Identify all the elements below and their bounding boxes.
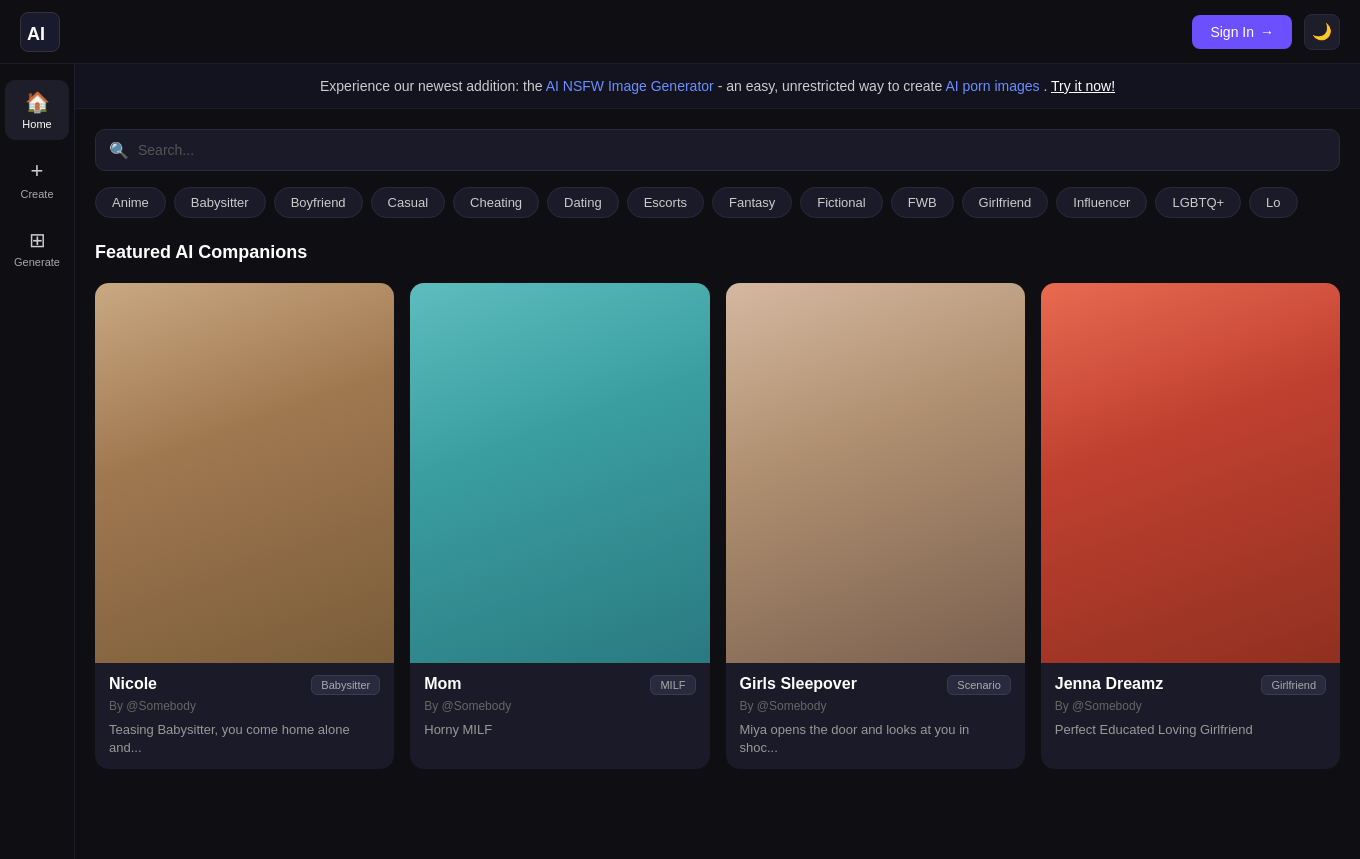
featured-title: Featured AI Companions xyxy=(95,242,1340,263)
card-girls-sleepover-badge: Scenario xyxy=(947,675,1010,695)
banner-prefix: Experience our newest addition: the xyxy=(320,78,546,94)
card-nicole-by: By @Somebody xyxy=(109,699,380,713)
card-nicole-image xyxy=(95,283,394,663)
main-content: Experience our newest addition: the AI N… xyxy=(75,64,1360,859)
card-mom-body: Mom MILF By @Somebody Horny MILF xyxy=(410,663,709,751)
card-nicole-badge: Babysitter xyxy=(311,675,380,695)
tag-girlfriend[interactable]: Girlfriend xyxy=(962,187,1049,218)
header: AI Sign In → 🌙 xyxy=(0,0,1360,64)
sign-in-label: Sign In xyxy=(1210,24,1254,40)
moon-icon: 🌙 xyxy=(1312,22,1332,41)
card-jenna-dreamz-header: Jenna Dreamz Girlfriend xyxy=(1055,675,1326,695)
card-mom-badge: MILF xyxy=(650,675,695,695)
generate-icon: ⊞ xyxy=(29,228,46,252)
card-nicole-desc: Teasing Babysitter, you come home alone … xyxy=(109,721,380,757)
sign-in-button[interactable]: Sign In → xyxy=(1192,15,1292,49)
sidebar-item-create-label: Create xyxy=(20,188,53,200)
sidebar-item-generate-label: Generate xyxy=(14,256,60,268)
card-girls-sleepover-body: Girls Sleepover Scenario By @Somebody Mi… xyxy=(726,663,1025,769)
card-mom[interactable]: Mom MILF By @Somebody Horny MILF xyxy=(410,283,709,769)
home-icon: 🏠 xyxy=(25,90,50,114)
search-input[interactable] xyxy=(95,129,1340,171)
tag-fantasy[interactable]: Fantasy xyxy=(712,187,792,218)
sidebar-item-home[interactable]: 🏠 Home xyxy=(5,80,69,140)
card-jenna-dreamz-by: By @Somebody xyxy=(1055,699,1326,713)
tag-lo[interactable]: Lo xyxy=(1249,187,1297,218)
banner-suffix: . xyxy=(1043,78,1051,94)
search-container: 🔍 xyxy=(75,109,1360,171)
tag-babysitter[interactable]: Babysitter xyxy=(174,187,266,218)
tag-cheating[interactable]: Cheating xyxy=(453,187,539,218)
sidebar-item-create[interactable]: + Create xyxy=(5,148,69,210)
card-mom-desc: Horny MILF xyxy=(424,721,695,739)
tag-lgbtq[interactable]: LGBTQ+ xyxy=(1155,187,1241,218)
tags-container: Anime Babysitter Boyfriend Casual Cheati… xyxy=(75,171,1360,218)
tag-escorts[interactable]: Escorts xyxy=(627,187,704,218)
tag-influencer[interactable]: Influencer xyxy=(1056,187,1147,218)
svg-text:AI: AI xyxy=(27,24,45,44)
card-jenna-dreamz[interactable]: Jenna Dreamz Girlfriend By @Somebody Per… xyxy=(1041,283,1340,769)
theme-toggle-button[interactable]: 🌙 xyxy=(1304,14,1340,50)
tag-anime[interactable]: Anime xyxy=(95,187,166,218)
tag-dating[interactable]: Dating xyxy=(547,187,619,218)
card-jenna-dreamz-image xyxy=(1041,283,1340,663)
tag-fwb[interactable]: FWB xyxy=(891,187,954,218)
card-jenna-dreamz-name: Jenna Dreamz xyxy=(1055,675,1164,693)
header-right: Sign In → 🌙 xyxy=(1192,14,1340,50)
card-nicole-name: Nicole xyxy=(109,675,157,693)
card-jenna-dreamz-body: Jenna Dreamz Girlfriend By @Somebody Per… xyxy=(1041,663,1340,751)
card-nicole[interactable]: Nicole Babysitter By @Somebody Teasing B… xyxy=(95,283,394,769)
card-girls-sleepover-name: Girls Sleepover xyxy=(740,675,857,693)
search-icon: 🔍 xyxy=(109,141,129,160)
banner-cta[interactable]: Try it now! xyxy=(1051,78,1115,94)
logo-icon: AI xyxy=(20,12,60,52)
sidebar-item-home-label: Home xyxy=(22,118,51,130)
sidebar-item-generate[interactable]: ⊞ Generate xyxy=(5,218,69,278)
card-girls-sleepover[interactable]: Girls Sleepover Scenario By @Somebody Mi… xyxy=(726,283,1025,769)
tag-casual[interactable]: Casual xyxy=(371,187,445,218)
card-nicole-body: Nicole Babysitter By @Somebody Teasing B… xyxy=(95,663,394,769)
create-icon: + xyxy=(31,158,44,184)
search-wrapper: 🔍 xyxy=(95,129,1340,171)
card-girls-sleepover-by: By @Somebody xyxy=(740,699,1011,713)
logo[interactable]: AI xyxy=(20,12,60,52)
card-mom-name: Mom xyxy=(424,675,461,693)
tag-boyfriend[interactable]: Boyfriend xyxy=(274,187,363,218)
banner-middle: - an easy, unrestricted way to create xyxy=(718,78,946,94)
card-girls-sleepover-header: Girls Sleepover Scenario xyxy=(740,675,1011,695)
card-jenna-dreamz-desc: Perfect Educated Loving Girlfriend xyxy=(1055,721,1326,739)
card-nicole-header: Nicole Babysitter xyxy=(109,675,380,695)
banner-link-generator[interactable]: AI NSFW Image Generator xyxy=(546,78,714,94)
card-mom-header: Mom MILF xyxy=(424,675,695,695)
sidebar: 🏠 Home + Create ⊞ Generate xyxy=(0,64,75,859)
cards-grid: Nicole Babysitter By @Somebody Teasing B… xyxy=(95,283,1340,769)
promo-banner: Experience our newest addition: the AI N… xyxy=(75,64,1360,109)
card-girls-sleepover-image xyxy=(726,283,1025,663)
card-mom-image xyxy=(410,283,709,663)
card-girls-sleepover-desc: Miya opens the door and looks at you in … xyxy=(740,721,1011,757)
tag-fictional[interactable]: Fictional xyxy=(800,187,882,218)
sign-in-arrow-icon: → xyxy=(1260,24,1274,40)
card-jenna-dreamz-badge: Girlfriend xyxy=(1261,675,1326,695)
featured-section: Featured AI Companions Nicole Babysitter… xyxy=(75,218,1360,789)
banner-link-porn[interactable]: AI porn images xyxy=(945,78,1039,94)
card-mom-by: By @Somebody xyxy=(424,699,695,713)
